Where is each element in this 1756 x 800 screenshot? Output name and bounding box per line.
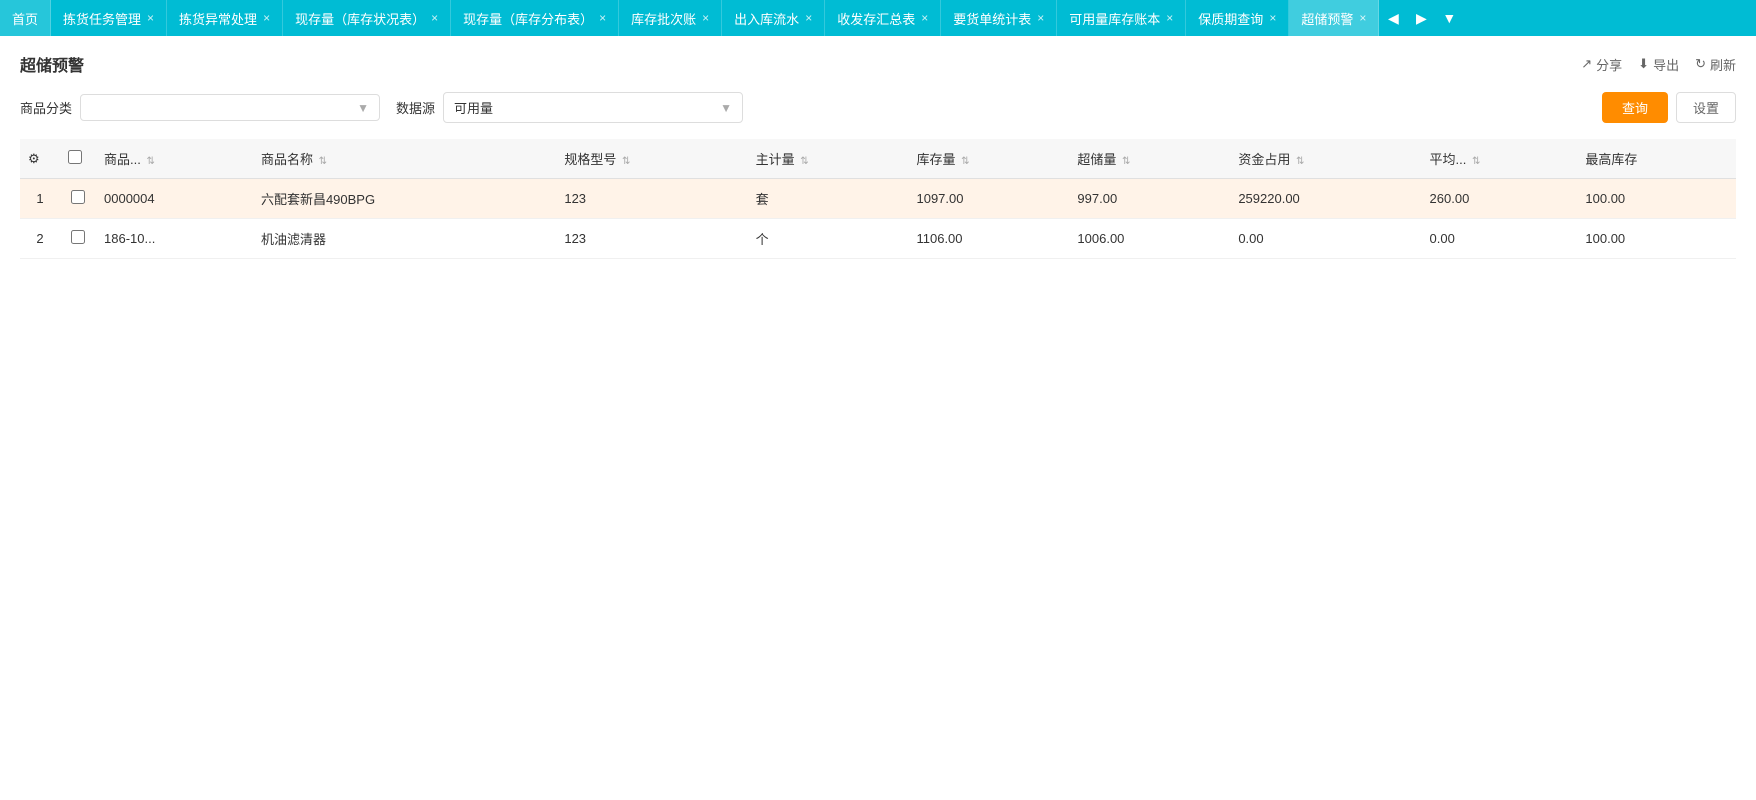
category-filter: 商品分类 ▼ (20, 94, 380, 121)
category-select[interactable]: ▼ (80, 94, 380, 121)
chevron-down-icon: ▼ (357, 101, 369, 115)
overflow-cell: 997.00 (1069, 179, 1230, 219)
query-button[interactable]: 查询 (1602, 92, 1668, 123)
nav-item-shelf-life[interactable]: 保质期查询 × (1186, 0, 1289, 36)
sort-icon: ⇅ (800, 156, 808, 167)
max-stock-column-header[interactable]: 最高库存 (1577, 139, 1736, 179)
chevron-down-icon: ▼ (720, 101, 732, 115)
nav-item-picking-task[interactable]: 拣货任务管理 × (51, 0, 167, 36)
unit-cell: 个 (748, 219, 909, 259)
close-icon[interactable]: × (147, 11, 154, 25)
sort-icon: ⇅ (1296, 156, 1304, 167)
close-icon[interactable]: × (702, 11, 709, 25)
page-header: 超储预警 ↗ 分享 ⬇ 导出 ↻ 刷新 (20, 52, 1736, 76)
nav-more-button[interactable]: ▼ (1435, 0, 1463, 36)
nav-next-button[interactable]: ▶ (1407, 0, 1435, 36)
product-code-column-header[interactable]: 商品... ⇅ (96, 139, 253, 179)
overflow-column-header[interactable]: 超储量 ⇅ (1069, 139, 1230, 179)
overflow-cell: 1006.00 (1069, 219, 1230, 259)
table-header-row: ⚙ 商品... ⇅ 商品名称 ⇅ 规格型号 ⇅ 主计量 (20, 139, 1736, 179)
close-icon[interactable]: × (1269, 11, 1276, 25)
sort-icon: ⇅ (961, 156, 969, 167)
close-icon[interactable]: × (1359, 11, 1366, 25)
datasource-value: 可用量 (454, 98, 493, 117)
checkbox-column-header (60, 139, 96, 179)
table-row: 1 0000004 六配套新昌490BPG 123 套 1097.00 997.… (20, 179, 1736, 219)
capital-cell: 0.00 (1230, 219, 1421, 259)
row-checkbox-cell[interactable] (60, 179, 96, 219)
data-table: ⚙ 商品... ⇅ 商品名称 ⇅ 规格型号 ⇅ 主计量 (20, 139, 1736, 259)
row-checkbox[interactable] (71, 230, 85, 244)
page-content: 超储预警 ↗ 分享 ⬇ 导出 ↻ 刷新 商品分类 ▼ 数据源 (0, 36, 1756, 800)
row-number: 2 (20, 219, 60, 259)
page-title: 超储预警 (20, 52, 84, 76)
spec-column-header[interactable]: 规格型号 ⇅ (556, 139, 747, 179)
datasource-filter: 数据源 可用量 ▼ (396, 92, 743, 123)
capital-column-header[interactable]: 资金占用 ⇅ (1230, 139, 1421, 179)
row-checkbox[interactable] (71, 190, 85, 204)
nav-item-stock-dist[interactable]: 现存量（库存分布表） × (451, 0, 619, 36)
avg-cell: 0.00 (1422, 219, 1578, 259)
product-name-cell: 机油滤清器 (253, 219, 556, 259)
nav-item-overstock[interactable]: 超储预警 × (1289, 0, 1379, 36)
settings-gear-icon[interactable]: ⚙ (28, 151, 40, 166)
nav-item-batch[interactable]: 库存批次账 × (619, 0, 722, 36)
share-icon: ↗ (1581, 56, 1592, 72)
refresh-button[interactable]: ↻ 刷新 (1695, 55, 1736, 74)
category-label: 商品分类 (20, 98, 72, 117)
nav-item-available-ledger[interactable]: 可用量库存账本 × (1057, 0, 1186, 36)
avg-column-header[interactable]: 平均... ⇅ (1422, 139, 1578, 179)
gear-column-header: ⚙ (20, 139, 60, 179)
product-code-cell: 0000004 (96, 179, 253, 219)
close-icon[interactable]: × (1166, 11, 1173, 25)
spec-cell: 123 (556, 219, 747, 259)
filter-action-buttons: 查询 设置 (1602, 92, 1736, 123)
max-stock-cell: 100.00 (1577, 179, 1736, 219)
stock-cell: 1097.00 (908, 179, 1069, 219)
row-number: 1 (20, 179, 60, 219)
nav-item-order-stat[interactable]: 要货单统计表 × (941, 0, 1057, 36)
avg-cell: 260.00 (1422, 179, 1578, 219)
nav-prev-button[interactable]: ◀ (1379, 0, 1407, 36)
sort-icon: ⇅ (146, 156, 154, 167)
export-button[interactable]: ⬇ 导出 (1638, 55, 1679, 74)
filter-row: 商品分类 ▼ 数据源 可用量 ▼ 查询 设置 (20, 92, 1736, 123)
nav-item-summary[interactable]: 收发存汇总表 × (825, 0, 941, 36)
export-icon: ⬇ (1638, 56, 1649, 72)
header-actions: ↗ 分享 ⬇ 导出 ↻ 刷新 (1581, 55, 1736, 74)
settings-button[interactable]: 设置 (1676, 92, 1736, 123)
capital-cell: 259220.00 (1230, 179, 1421, 219)
row-checkbox-cell[interactable] (60, 219, 96, 259)
close-icon[interactable]: × (599, 11, 606, 25)
nav-item-home[interactable]: 首页 (0, 0, 51, 36)
close-icon[interactable]: × (921, 11, 928, 25)
close-icon[interactable]: × (431, 11, 438, 25)
unit-cell: 套 (748, 179, 909, 219)
sort-icon: ⇅ (622, 156, 630, 167)
share-button[interactable]: ↗ 分享 (1581, 55, 1622, 74)
nav-item-stock-status[interactable]: 现存量（库存状况表） × (283, 0, 451, 36)
close-icon[interactable]: × (805, 11, 812, 25)
sort-icon: ⇅ (1122, 156, 1130, 167)
stock-column-header[interactable]: 库存量 ⇅ (908, 139, 1069, 179)
nav-item-picking-exception[interactable]: 拣货异常处理 × (167, 0, 283, 36)
select-all-checkbox[interactable] (68, 150, 82, 164)
datasource-select[interactable]: 可用量 ▼ (443, 92, 743, 123)
max-stock-cell: 100.00 (1577, 219, 1736, 259)
top-nav: 首页 拣货任务管理 × 拣货异常处理 × 现存量（库存状况表） × 现存量（库存… (0, 0, 1756, 36)
sort-icon: ⇅ (319, 156, 327, 167)
datasource-label: 数据源 (396, 98, 435, 117)
product-name-cell: 六配套新昌490BPG (253, 179, 556, 219)
sort-icon: ⇅ (1472, 156, 1480, 167)
product-code-cell: 186-10... (96, 219, 253, 259)
nav-item-inout-flow[interactable]: 出入库流水 × (722, 0, 825, 36)
close-icon[interactable]: × (263, 11, 270, 25)
table-row: 2 186-10... 机油滤清器 123 个 1106.00 1006.00 … (20, 219, 1736, 259)
stock-cell: 1106.00 (908, 219, 1069, 259)
close-icon[interactable]: × (1037, 11, 1044, 25)
product-name-column-header[interactable]: 商品名称 ⇅ (253, 139, 556, 179)
refresh-icon: ↻ (1695, 56, 1706, 72)
spec-cell: 123 (556, 179, 747, 219)
unit-column-header[interactable]: 主计量 ⇅ (748, 139, 909, 179)
